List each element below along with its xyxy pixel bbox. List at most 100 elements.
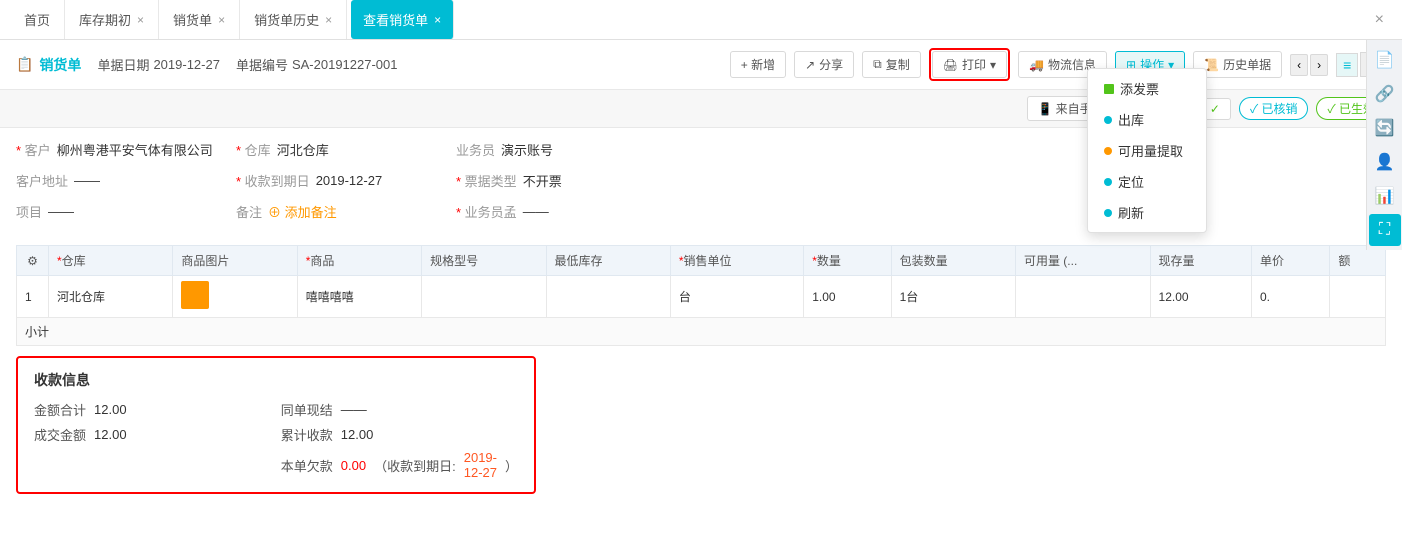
table-row: 1 河北仓库 嘻嘻嘻嘻 台 1.00 1台 12.00 0.: [17, 276, 1386, 318]
window-close-btn[interactable]: ×: [1367, 7, 1392, 33]
doc-code-label: 单据编号 SA-20191227-001: [236, 55, 398, 74]
cumulative-item: 累计收款 12.00: [281, 425, 518, 444]
staffsales-value: ——: [523, 204, 549, 219]
product-image: [181, 281, 209, 309]
tab-inventory-init-close[interactable]: ×: [137, 13, 144, 27]
th-minstock: 最低库存: [546, 246, 670, 276]
th-available: 可用量 (...: [1015, 246, 1150, 276]
dropdown-outbound[interactable]: 出库: [1088, 104, 1206, 135]
remark-label: 备注: [236, 202, 262, 221]
print-button[interactable]: 🖨 打印 ▾: [932, 51, 1007, 78]
sidebar-expand-icon[interactable]: ⛶: [1369, 214, 1401, 246]
sidebar-link-icon[interactable]: 🔗: [1369, 78, 1401, 110]
sold-status-button[interactable]: ✓ 已核销: [1239, 97, 1309, 120]
subtotal-label: 小计: [17, 318, 1386, 346]
total-amount-label: 金额合计: [34, 400, 86, 419]
project-value: ——: [48, 204, 74, 219]
phone-icon: 📱: [1038, 102, 1053, 116]
dropdown-menu: 添发票 出库 可用量提取 定位 刷新: [1087, 68, 1207, 233]
next-record-button[interactable]: ›: [1310, 54, 1328, 76]
add-invoice-icon: [1104, 84, 1114, 94]
right-sidebar: 📄 🔗 🔄 👤 📊 ⛶: [1366, 40, 1402, 250]
doc-meta: 单据日期 2019-12-27 单据编号 SA-20191227-001: [97, 55, 397, 74]
print-highlight-box: 🖨 打印 ▾: [929, 48, 1010, 81]
remark-field: 备注 ⊕ 添加备注: [236, 202, 436, 221]
share-icon: ↗: [805, 58, 815, 72]
cell-warehouse: 河北仓库: [49, 276, 173, 318]
logistics-icon: 🚚: [1029, 58, 1044, 72]
new-button[interactable]: + 新增: [730, 51, 786, 78]
tab-sales-history-close[interactable]: ×: [325, 13, 332, 27]
single-settle-label: 同单现结: [281, 400, 333, 419]
th-unitprice: 单价: [1251, 246, 1329, 276]
tickettype-field: 票据类型 不开票: [456, 171, 656, 190]
sidebar-chart-icon[interactable]: 📊: [1369, 180, 1401, 212]
paydate-field: 收款到期日 2019-12-27: [236, 171, 436, 190]
th-image: 商品图片: [173, 246, 297, 276]
doc-title: 📋 销货单: [16, 55, 81, 75]
cell-packqty: 1台: [891, 276, 1015, 318]
payment-box: 收款信息 金额合计 12.00 同单现结 —— 成交金额 12.00 累计收款 …: [16, 356, 536, 494]
th-product: *商品: [297, 246, 421, 276]
prev-record-button[interactable]: ‹: [1290, 54, 1308, 76]
sales-table: ⚙ *仓库 商品图片 *商品 规格型号 最低库存 *销售单位 *数量 包装数量 …: [16, 245, 1386, 346]
doc-actions: + 新增 ↗ 分享 ⧉ 复制 🖨 打印 ▾ 🚚 物流信息 ⊞: [730, 48, 1386, 81]
address-label: 客户地址: [16, 171, 68, 190]
total-amount-item: 金额合计 12.00: [34, 400, 261, 419]
warehouse-value: 河北仓库: [277, 140, 329, 159]
tab-inventory-init[interactable]: 库存期初 ×: [65, 0, 159, 39]
dropdown-add-invoice[interactable]: 添发票: [1088, 73, 1206, 104]
doc-code-value: SA-20191227-001: [292, 57, 398, 72]
cumulative-value: 12.00: [341, 427, 374, 442]
cell-index: 1: [17, 276, 49, 318]
copy-icon: ⧉: [873, 57, 882, 72]
this-order-item: 本单欠款 0.00 （收款到期日: 2019-12-27 ）: [281, 450, 518, 480]
print-dropdown-icon: ▾: [990, 58, 996, 72]
doc-date-label: 单据日期 2019-12-27: [97, 55, 220, 74]
dropdown-locate[interactable]: 定位: [1088, 166, 1206, 197]
share-button[interactable]: ↗ 分享: [794, 51, 854, 78]
cell-currentqty: 12.00: [1150, 276, 1251, 318]
dropdown-refresh[interactable]: 刷新: [1088, 197, 1206, 228]
address-field: 客户地址 ——: [16, 171, 216, 190]
th-unit: *销售单位: [670, 246, 803, 276]
tab-view-sales-close[interactable]: ×: [434, 13, 441, 27]
customer-value: 柳州粤港平安气体有限公司: [57, 140, 213, 159]
sidebar-sync-icon[interactable]: 🔄: [1369, 112, 1401, 144]
cell-product: 嘻嘻嘻嘻: [297, 276, 421, 318]
add-remark-button[interactable]: ⊕ 添加备注: [268, 202, 337, 221]
refresh-icon: [1104, 209, 1112, 217]
cell-available: [1015, 276, 1150, 318]
cell-unit: 台: [670, 276, 803, 318]
sidebar-doc-icon[interactable]: 📄: [1369, 44, 1401, 76]
locate-icon: [1104, 178, 1112, 186]
paydate-label: 收款到期日: [236, 171, 310, 190]
dropdown-available[interactable]: 可用量提取: [1088, 135, 1206, 166]
cell-model: [422, 276, 546, 318]
warehouse-label: 仓库: [236, 140, 271, 159]
this-order-date: 2019-12-27: [464, 450, 497, 480]
tab-sales-order-close[interactable]: ×: [218, 13, 225, 27]
cumulative-label: 累计收款: [281, 425, 333, 444]
tab-sales-history[interactable]: 销货单历史 ×: [240, 0, 347, 39]
cell-unitprice: 0.: [1251, 276, 1329, 318]
th-warehouse: *仓库: [49, 246, 173, 276]
subtotal-row: 小计: [17, 318, 1386, 346]
tab-view-sales[interactable]: 查看销货单 ×: [351, 0, 454, 39]
copy-button[interactable]: ⧉ 复制: [862, 51, 921, 78]
tickettype-label: 票据类型: [456, 171, 517, 190]
this-order-end: ）: [505, 456, 518, 475]
sidebar-user-icon[interactable]: 👤: [1369, 146, 1401, 178]
view-list-button[interactable]: ≡: [1336, 53, 1358, 77]
project-field: 项目 ——: [16, 202, 216, 221]
tab-sales-order[interactable]: 销货单 ×: [159, 0, 240, 39]
this-order-label: 本单欠款: [281, 456, 333, 475]
th-amount: 额: [1330, 246, 1386, 276]
cell-image: [173, 276, 297, 318]
paydate-value: 2019-12-27: [316, 173, 383, 188]
tab-home[interactable]: 首页: [10, 0, 65, 39]
cell-minstock: [546, 276, 670, 318]
deal-amount-label: 成交金额: [34, 425, 86, 444]
staff-label: 业务员: [456, 140, 495, 159]
doc-icon: 📋: [16, 56, 33, 73]
